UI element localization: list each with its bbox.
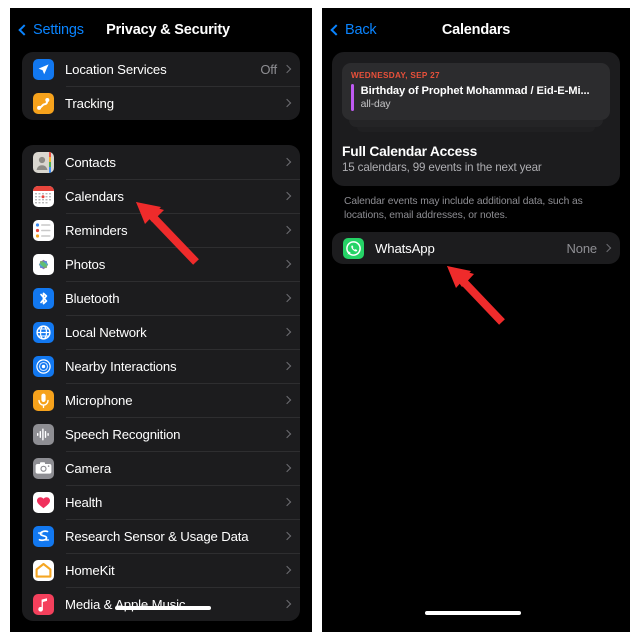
row-label: Camera [65, 460, 112, 476]
sidebar-item-homekit[interactable]: HomeKit [22, 553, 300, 587]
home-indicator [425, 611, 521, 615]
speech-recognition-icon [33, 423, 54, 445]
privacy-group-2: Contacts Calendars Reminders Photos Blue… [22, 145, 300, 621]
reminders-icon [33, 219, 54, 241]
app-permissions-card: WhatsApp None [332, 232, 620, 264]
photos-icon [33, 253, 54, 275]
sidebar-item-media-apple-music[interactable]: Media & Apple Music [22, 587, 300, 621]
health-icon [33, 491, 54, 513]
screenshot-root: Settings Privacy & Security Location Ser… [0, 0, 640, 640]
event-date: WEDNESDAY, SEP 27 [351, 71, 440, 80]
row-label: Local Network [65, 324, 147, 340]
contacts-icon [33, 151, 54, 173]
sidebar-item-research-sensor-usage-data[interactable]: Research Sensor & Usage Data [22, 519, 300, 553]
sidebar-item-bluetooth[interactable]: Bluetooth [22, 281, 300, 315]
chevron-right-icon [282, 599, 292, 609]
chevron-right-icon [282, 157, 292, 167]
chevron-right-icon [282, 293, 292, 303]
sidebar-item-location-services[interactable]: Location Services Off [22, 52, 300, 86]
back-to-settings-button[interactable]: Settings [18, 22, 84, 38]
row-value: Off [260, 61, 277, 77]
row-label: HomeKit [65, 562, 115, 578]
nearby-interactions-icon [33, 355, 54, 377]
event-stack-layer-1 [349, 120, 603, 127]
home-indicator [115, 606, 211, 610]
whatsapp-icon [343, 237, 364, 259]
research-sensor-icon [33, 525, 54, 547]
left-phone-screen: Settings Privacy & Security Location Ser… [10, 8, 312, 632]
sidebar-item-tracking[interactable]: Tracking [22, 86, 300, 120]
left-nav-bar: Settings Privacy & Security [10, 8, 312, 52]
row-label: Contacts [65, 154, 116, 170]
event-body: Birthday of Prophet Mohammad / Eid-E-Mi.… [351, 84, 601, 111]
chevron-right-icon [282, 64, 292, 74]
tracking-icon [33, 92, 54, 114]
chevron-right-icon [282, 463, 292, 473]
row-label: Speech Recognition [65, 426, 181, 442]
calendar-footnote: Calendar events may include additional d… [344, 196, 583, 221]
sidebar-item-reminders[interactable]: Reminders [22, 213, 300, 247]
sidebar-item-health[interactable]: Health [22, 485, 300, 519]
right-nav-bar: Back Calendars [322, 8, 630, 52]
event-duration: all-day [360, 99, 391, 110]
row-label: Tracking [65, 95, 114, 111]
row-label: Photos [65, 256, 106, 272]
row-label: Microphone [65, 392, 133, 408]
chevron-right-icon [282, 497, 292, 507]
camera-icon [33, 457, 54, 479]
right-phone-screen: Back Calendars WEDNESDAY, SEP 27 Birthda… [322, 8, 630, 632]
row-label: Health [65, 494, 103, 510]
bluetooth-icon [33, 287, 54, 309]
event-preview-card: WEDNESDAY, SEP 27 Birthday of Prophet Mo… [342, 63, 610, 120]
row-label: Calendars [65, 188, 124, 204]
sidebar-item-contacts[interactable]: Contacts [22, 145, 300, 179]
row-label: Reminders [65, 222, 128, 238]
sidebar-item-nearby-interactions[interactable]: Nearby Interactions [22, 349, 300, 383]
chevron-right-icon [282, 531, 292, 541]
chevron-left-icon [330, 24, 342, 36]
location-arrow-icon [33, 58, 54, 80]
row-label: Research Sensor & Usage Data [65, 528, 249, 544]
chevron-right-icon [282, 259, 292, 269]
privacy-group-1: Location Services Off Tracking [22, 52, 300, 120]
media-apple-music-icon [33, 593, 54, 615]
sidebar-item-local-network[interactable]: Local Network [22, 315, 300, 349]
chevron-right-icon [282, 429, 292, 439]
row-value: None [566, 240, 598, 256]
chevron-right-icon [282, 191, 292, 201]
chevron-right-icon [602, 243, 612, 253]
sidebar-item-microphone[interactable]: Microphone [22, 383, 300, 417]
access-title: Full Calendar Access [342, 144, 478, 159]
event-color-bar [351, 84, 354, 111]
local-network-icon [33, 321, 54, 343]
app-row-whatsapp[interactable]: WhatsApp None [332, 232, 620, 264]
sidebar-item-speech-recognition[interactable]: Speech Recognition [22, 417, 300, 451]
sidebar-item-photos[interactable]: Photos [22, 247, 300, 281]
calendars-icon [33, 185, 54, 207]
row-label: Location Services [65, 61, 167, 77]
row-label: WhatsApp [375, 240, 435, 256]
back-button-label: Settings [33, 22, 84, 38]
chevron-right-icon [282, 361, 292, 371]
event-stack-layer-2 [357, 127, 595, 132]
chevron-right-icon [282, 395, 292, 405]
sidebar-item-camera[interactable]: Camera [22, 451, 300, 485]
back-button-label: Back [345, 22, 377, 38]
chevron-right-icon [282, 225, 292, 235]
back-button[interactable]: Back [330, 22, 377, 38]
row-label: Nearby Interactions [65, 358, 177, 374]
row-label: Bluetooth [65, 290, 120, 306]
chevron-left-icon [18, 24, 30, 36]
homekit-icon [33, 559, 54, 581]
chevron-right-icon [282, 98, 292, 108]
event-title: Birthday of Prophet Mohammad / Eid-E-Mi.… [360, 85, 590, 97]
microphone-icon [33, 389, 54, 411]
chevron-right-icon [282, 565, 292, 575]
access-subtitle: 15 calendars, 99 events in the next year [342, 161, 542, 174]
chevron-right-icon [282, 327, 292, 337]
calendar-access-card: WEDNESDAY, SEP 27 Birthday of Prophet Mo… [332, 52, 620, 186]
sidebar-item-calendars[interactable]: Calendars [22, 179, 300, 213]
